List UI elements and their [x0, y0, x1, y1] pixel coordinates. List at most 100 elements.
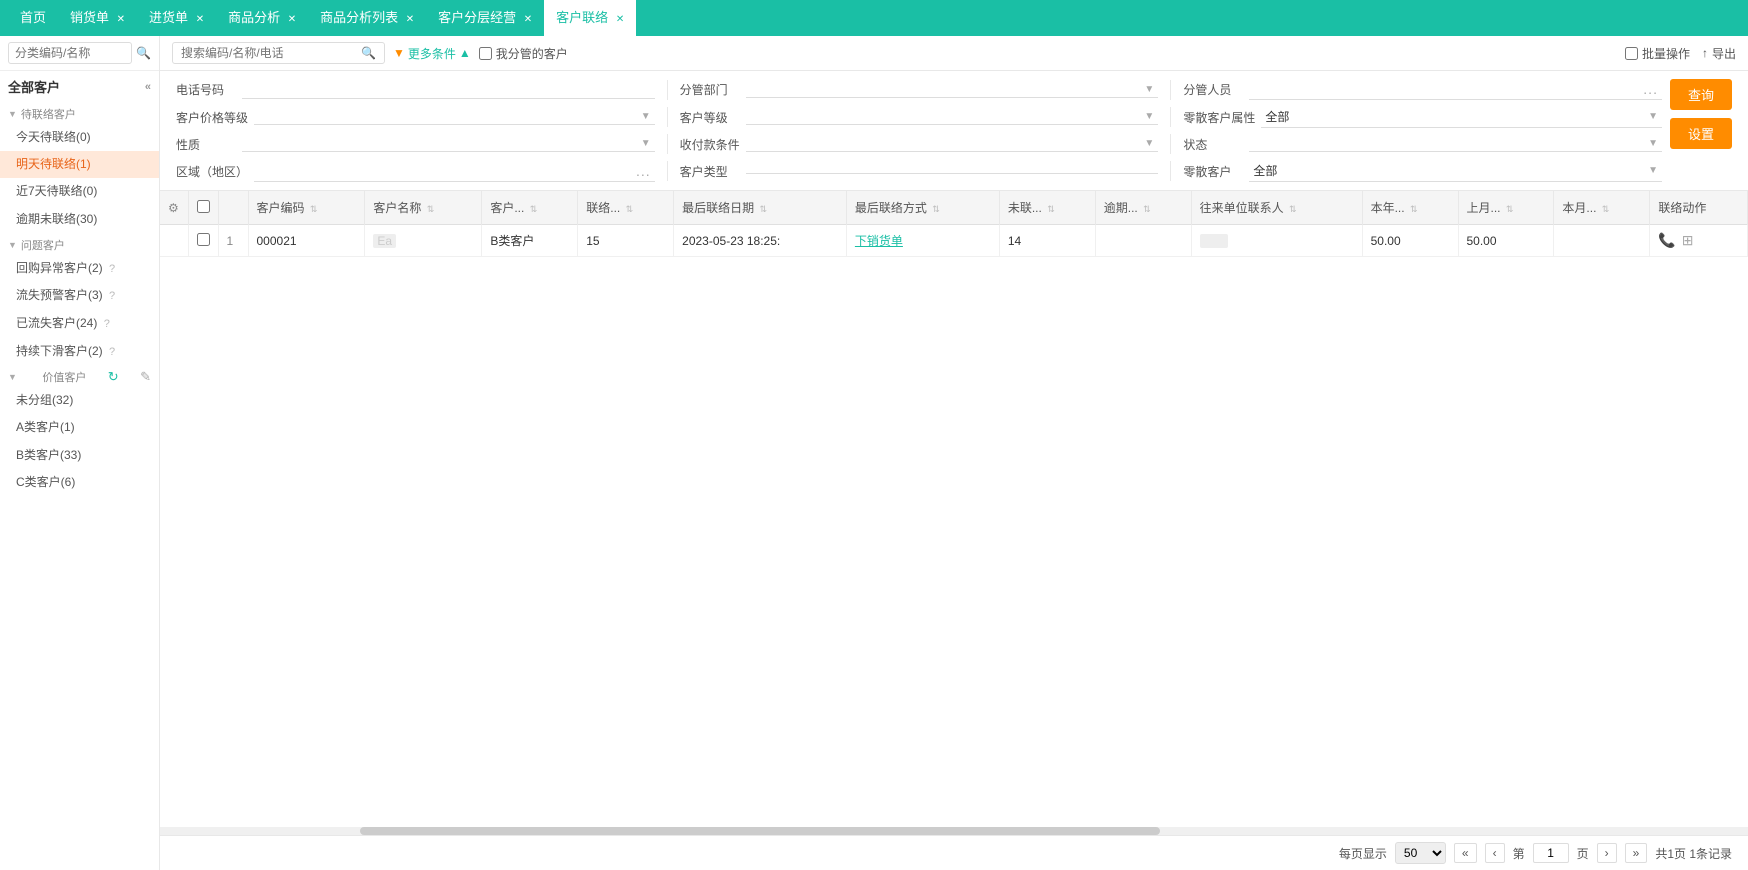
sidebar-item-c-class[interactable]: C类客户(6): [0, 469, 159, 496]
nav-product-list-close[interactable]: ✕: [406, 14, 414, 25]
help-icon-4[interactable]: ?: [109, 346, 115, 358]
sidebar-item-overdue[interactable]: 逾期未联络(30): [0, 206, 159, 233]
col-overdue[interactable]: 逾期... ⇅: [1095, 191, 1191, 225]
action-phone-icon[interactable]: 📞: [1658, 232, 1675, 249]
nav-purchase-close[interactable]: ✕: [196, 14, 204, 25]
nav-product-analysis-close[interactable]: ✕: [288, 14, 296, 25]
sidebar-item-abnormal[interactable]: 回购异常客户(2) ?: [0, 255, 159, 283]
col-unit-contact[interactable]: 往来单位联系人 ⇅: [1191, 191, 1362, 225]
export-btn[interactable]: ↑ 导出: [1702, 45, 1736, 62]
sidebar-item-churn-warn[interactable]: 流失预警客户(3) ?: [0, 282, 159, 310]
value-group-edit[interactable]: ✎: [140, 369, 151, 385]
sort-icon-last-month: ⇅: [1506, 204, 1514, 214]
first-page-btn[interactable]: «: [1454, 843, 1477, 863]
divider-1: [667, 80, 668, 100]
settings-button[interactable]: 设置: [1670, 118, 1732, 149]
help-icon-3[interactable]: ?: [104, 318, 110, 330]
row-action-cell: 📞 ⊞: [1650, 225, 1748, 257]
sidebar-item-tomorrow[interactable]: 明天待联络(1): [0, 151, 159, 178]
filter-customer-level: 客户等级 ▼: [680, 109, 1159, 126]
all-customers-header[interactable]: 全部客户 «: [0, 71, 159, 102]
prev-page-btn[interactable]: ‹: [1485, 843, 1505, 863]
price-level-select[interactable]: ▼: [254, 109, 655, 125]
help-icon-2[interactable]: ?: [109, 290, 115, 302]
col-index: [218, 191, 248, 225]
sidebar-item-declining[interactable]: 持续下滑客户(2) ?: [0, 338, 159, 366]
select-all-checkbox[interactable]: [197, 200, 210, 213]
sidebar-item-ungrouped[interactable]: 未分组(32): [0, 387, 159, 414]
sidebar-search-input[interactable]: [8, 42, 132, 64]
nav-home[interactable]: 首页: [8, 0, 58, 36]
filter-retail-attr: 零散客户属性 全部 ▼: [1183, 106, 1662, 128]
col-this-year[interactable]: 本年... ⇅: [1362, 191, 1458, 225]
col-action: 联络动作: [1650, 191, 1748, 225]
bulk-action-btn[interactable]: 批量操作: [1625, 45, 1690, 62]
search-icon[interactable]: 🔍: [361, 46, 376, 60]
nav-customer-tier-close[interactable]: ✕: [524, 14, 532, 25]
col-no-contact[interactable]: 未联... ⇅: [999, 191, 1095, 225]
col-last-contact-method[interactable]: 最后联络方式 ⇅: [846, 191, 999, 225]
search-box: 🔍: [172, 42, 385, 64]
row-overdue-cell: [1095, 225, 1191, 257]
nav-product-analysis[interactable]: 商品分析 ✕: [216, 0, 308, 36]
col-name[interactable]: 客户名称 ⇅: [365, 191, 482, 225]
region-dots-icon: ...: [636, 163, 651, 179]
nav-product-list[interactable]: 商品分析列表 ✕: [308, 0, 426, 36]
region-select[interactable]: ...: [254, 161, 655, 182]
sidebar-search-icon[interactable]: 🔍: [136, 46, 151, 60]
value-group-refresh[interactable]: ↻: [108, 369, 119, 385]
filter-panel: 电话号码 分管部门 ▼ 分管人员: [160, 71, 1748, 191]
nav-sales-close[interactable]: ✕: [117, 14, 125, 25]
collapse-icon[interactable]: «: [145, 81, 151, 93]
retail-attr-select[interactable]: 全部 ▼: [1261, 106, 1662, 128]
status-select[interactable]: ▼: [1249, 136, 1662, 152]
nav-sales[interactable]: 销货单 ✕: [58, 0, 137, 36]
col-level[interactable]: 客户... ⇅: [482, 191, 578, 225]
filter-region: 区域（地区） ...: [176, 161, 655, 182]
divider-8: [1170, 161, 1171, 181]
my-customers-checkbox[interactable]: [479, 47, 492, 60]
nav-customer-contact[interactable]: 客户联络 ✕: [544, 0, 636, 36]
retail-customer-label: 零散客户: [1183, 163, 1243, 180]
search-input[interactable]: [181, 46, 361, 60]
scrollbar-thumb[interactable]: [360, 827, 1160, 835]
sidebar-item-b-class[interactable]: B类客户(33): [0, 442, 159, 469]
divider-3: [667, 107, 668, 127]
export-icon: ↑: [1702, 46, 1708, 60]
col-contacts[interactable]: 联络... ⇅: [578, 191, 674, 225]
help-icon-1[interactable]: ?: [109, 263, 115, 275]
retail-customer-select[interactable]: 全部 ▼: [1249, 160, 1662, 182]
nav-customer-tier[interactable]: 客户分层经营 ✕: [426, 0, 544, 36]
col-code[interactable]: 客户编码 ⇅: [248, 191, 365, 225]
last-page-btn[interactable]: »: [1625, 843, 1648, 863]
customer-type-select[interactable]: [746, 169, 1159, 174]
query-button[interactable]: 查询: [1670, 79, 1732, 110]
nav-purchase[interactable]: 进货单 ✕: [137, 0, 216, 36]
col-last-contact-date[interactable]: 最后联络日期 ⇅: [674, 191, 847, 225]
sidebar-item-a-class[interactable]: A类客户(1): [0, 414, 159, 441]
value-group-title: 价值客户 ↻ ✎: [0, 365, 159, 387]
sidebar-item-churned[interactable]: 已流失客户(24) ?: [0, 310, 159, 338]
more-conditions-btn[interactable]: ▼ 更多条件 ▲: [393, 45, 471, 62]
dept-select[interactable]: ▼: [746, 82, 1159, 98]
filter-row-2: 客户价格等级 ▼ 客户等级 ▼: [176, 106, 1662, 128]
col-last-month[interactable]: 上月... ⇅: [1458, 191, 1554, 225]
bulk-action-checkbox[interactable]: [1625, 47, 1638, 60]
action-grid-icon[interactable]: ⊞: [1682, 232, 1694, 249]
row-checkbox[interactable]: [197, 233, 210, 246]
nature-select[interactable]: ▼: [242, 136, 655, 152]
my-customers-toggle[interactable]: 我分管的客户: [479, 45, 568, 62]
page-size-select[interactable]: 50 100 200: [1395, 842, 1446, 864]
payment-select[interactable]: ▼: [746, 136, 1159, 152]
col-settings[interactable]: ⚙: [160, 191, 188, 225]
sidebar-item-7days[interactable]: 近7天待联络(0): [0, 178, 159, 205]
col-this-month[interactable]: 本月... ⇅: [1554, 191, 1650, 225]
page-input[interactable]: [1533, 843, 1569, 863]
customer-level-select[interactable]: ▼: [746, 109, 1159, 125]
person-select[interactable]: ...: [1249, 79, 1662, 100]
nav-customer-contact-close[interactable]: ✕: [616, 14, 624, 25]
next-page-btn[interactable]: ›: [1597, 843, 1617, 863]
sidebar-item-today[interactable]: 今天待联络(0): [0, 124, 159, 151]
phone-input[interactable]: [242, 80, 655, 99]
horizontal-scrollbar[interactable]: [160, 827, 1748, 835]
